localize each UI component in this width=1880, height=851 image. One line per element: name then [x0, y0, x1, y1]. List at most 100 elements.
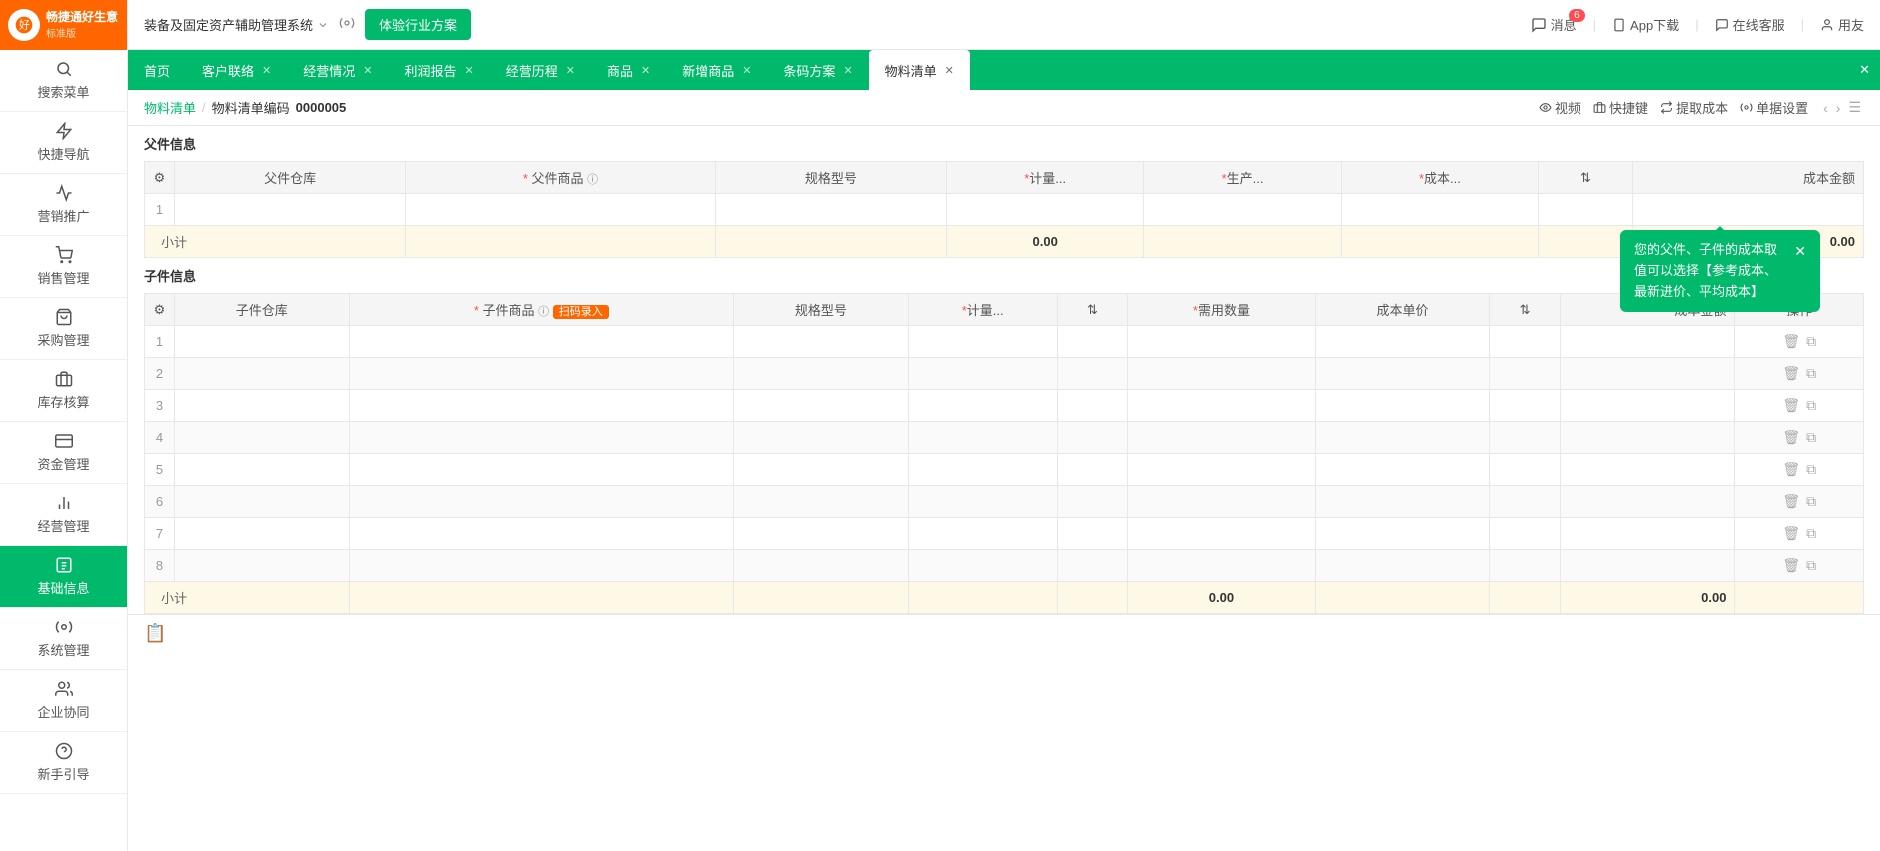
tab-bom[interactable]: 物料清单 ✕ [869, 50, 970, 90]
child-spec-cell[interactable] [734, 326, 909, 358]
tab-new-goods[interactable]: 新增商品 ✕ [666, 50, 767, 90]
child-qty-cell[interactable] [1128, 550, 1315, 582]
sidebar-item-search[interactable]: 搜索菜单 [0, 50, 127, 112]
close-icon[interactable]: ✕ [465, 64, 474, 77]
child-qty-cell[interactable] [1128, 422, 1315, 454]
extract-cost-action[interactable]: 提取成本 [1660, 98, 1728, 117]
settings-icon[interactable] [339, 15, 355, 34]
child-unit-cell[interactable] [908, 390, 1057, 422]
copy-icon[interactable]: ⧉ [1806, 429, 1816, 446]
child-product-cell[interactable] [349, 486, 733, 518]
child-warehouse-cell[interactable] [175, 358, 350, 390]
next-arrow[interactable]: › [1833, 99, 1844, 116]
tab-home[interactable]: 首页 [128, 50, 186, 90]
parent-unit-cell[interactable] [946, 194, 1143, 226]
delete-icon[interactable]: 🗑 [1782, 557, 1800, 574]
tab-history[interactable]: 经营历程 ✕ [490, 50, 591, 90]
delete-icon[interactable]: 🗑 [1782, 397, 1800, 414]
user-item[interactable]: 用友 [1820, 15, 1864, 34]
child-product-cell[interactable] [349, 422, 733, 454]
child-unit-cell[interactable] [908, 326, 1057, 358]
child-spec-cell[interactable] [734, 518, 909, 550]
child-unit-cost-cell[interactable] [1315, 326, 1490, 358]
breadcrumb-parent[interactable]: 物料清单 [144, 98, 196, 117]
child-product-cell[interactable] [349, 454, 733, 486]
copy-icon[interactable]: ⧉ [1806, 461, 1816, 478]
close-icon[interactable]: ✕ [363, 64, 372, 77]
child-qty-cell[interactable] [1128, 390, 1315, 422]
child-spec-cell[interactable] [734, 550, 909, 582]
child-th-settings[interactable]: ⚙ [145, 294, 175, 326]
child-unit-cost-cell[interactable] [1315, 454, 1490, 486]
child-spec-cell[interactable] [734, 486, 909, 518]
delete-icon[interactable]: 🗑 [1782, 429, 1800, 446]
child-unit-cell[interactable] [908, 422, 1057, 454]
copy-icon[interactable]: ⧉ [1806, 525, 1816, 542]
online-service-item[interactable]: 在线客服 [1715, 15, 1785, 34]
close-icon[interactable]: ✕ [262, 64, 271, 77]
parent-production-cell[interactable] [1144, 194, 1341, 226]
child-warehouse-cell[interactable] [175, 518, 350, 550]
parent-product-cell[interactable] [406, 194, 715, 226]
tab-goods[interactable]: 商品 ✕ [591, 50, 666, 90]
single-settings-action[interactable]: 单据设置 [1740, 98, 1808, 117]
system-title[interactable]: 装备及固定资产辅助管理系统 [144, 15, 329, 34]
child-warehouse-cell[interactable] [175, 390, 350, 422]
child-spec-cell[interactable] [734, 422, 909, 454]
tab-profit[interactable]: 利润报告 ✕ [388, 50, 489, 90]
child-unit-cell[interactable] [908, 358, 1057, 390]
child-qty-cell[interactable] [1128, 326, 1315, 358]
parent-cost-cell[interactable] [1341, 194, 1538, 226]
parent-spec-cell[interactable] [715, 194, 946, 226]
message-item[interactable]: 消息 6 [1531, 15, 1577, 34]
child-product-cell[interactable] [349, 358, 733, 390]
child-unit-cell[interactable] [908, 486, 1057, 518]
menu-icon[interactable]: ☰ [1845, 99, 1864, 116]
scan-badge[interactable]: 扫码录入 [553, 305, 609, 319]
child-spec-cell[interactable] [734, 358, 909, 390]
sidebar-item-enterprise[interactable]: 企业协同 [0, 670, 127, 732]
child-qty-cell[interactable] [1128, 518, 1315, 550]
sidebar-item-finance[interactable]: 资金管理 [0, 422, 127, 484]
child-qty-cell[interactable] [1128, 454, 1315, 486]
copy-icon[interactable]: ⧉ [1806, 557, 1816, 574]
child-spec-cell[interactable] [734, 454, 909, 486]
trial-button[interactable]: 体验行业方案 [365, 9, 471, 40]
copy-icon[interactable]: ⧉ [1806, 397, 1816, 414]
child-unit-cost-cell[interactable] [1315, 518, 1490, 550]
view-action[interactable]: 视频 [1539, 98, 1581, 117]
copy-icon[interactable]: ⧉ [1806, 365, 1816, 382]
delete-icon[interactable]: 🗑 [1782, 525, 1800, 542]
tab-barcode[interactable]: 条码方案 ✕ [767, 50, 868, 90]
close-icon[interactable]: ✕ [945, 64, 954, 77]
delete-icon[interactable]: 🗑 [1782, 365, 1800, 382]
child-unit-cell[interactable] [908, 518, 1057, 550]
child-unit-cost-cell[interactable] [1315, 390, 1490, 422]
sidebar-item-inventory[interactable]: 库存核算 [0, 360, 127, 422]
delete-icon[interactable]: 🗑 [1782, 461, 1800, 478]
copy-icon[interactable]: ⧉ [1806, 333, 1816, 350]
tab-customer[interactable]: 客户联络 ✕ [186, 50, 287, 90]
sidebar-item-purchase[interactable]: 采购管理 [0, 298, 127, 360]
copy-icon[interactable]: ⧉ [1806, 493, 1816, 510]
child-warehouse-cell[interactable] [175, 454, 350, 486]
child-qty-cell[interactable] [1128, 486, 1315, 518]
child-unit-cost-cell[interactable] [1315, 486, 1490, 518]
child-product-cell[interactable] [349, 326, 733, 358]
child-warehouse-cell[interactable] [175, 422, 350, 454]
child-qty-cell[interactable] [1128, 358, 1315, 390]
parent-th-settings[interactable]: ⚙ [145, 162, 175, 194]
close-icon[interactable]: ✕ [641, 64, 650, 77]
delete-icon[interactable]: 🗑 [1782, 493, 1800, 510]
sidebar-item-guide[interactable]: 新手引导 [0, 732, 127, 794]
close-icon[interactable]: ✕ [843, 64, 852, 77]
shortcut-action[interactable]: 快捷键 [1593, 98, 1648, 117]
child-product-cell[interactable] [349, 390, 733, 422]
parent-warehouse-cell[interactable] [175, 194, 406, 226]
sidebar-item-quick-nav[interactable]: 快捷导航 [0, 112, 127, 174]
close-icon[interactable]: ✕ [566, 64, 575, 77]
tooltip-close-button[interactable]: ✕ [1794, 240, 1806, 262]
sidebar-item-sales[interactable]: 销售管理 [0, 236, 127, 298]
child-product-cell[interactable] [349, 518, 733, 550]
child-unit-cell[interactable] [908, 550, 1057, 582]
